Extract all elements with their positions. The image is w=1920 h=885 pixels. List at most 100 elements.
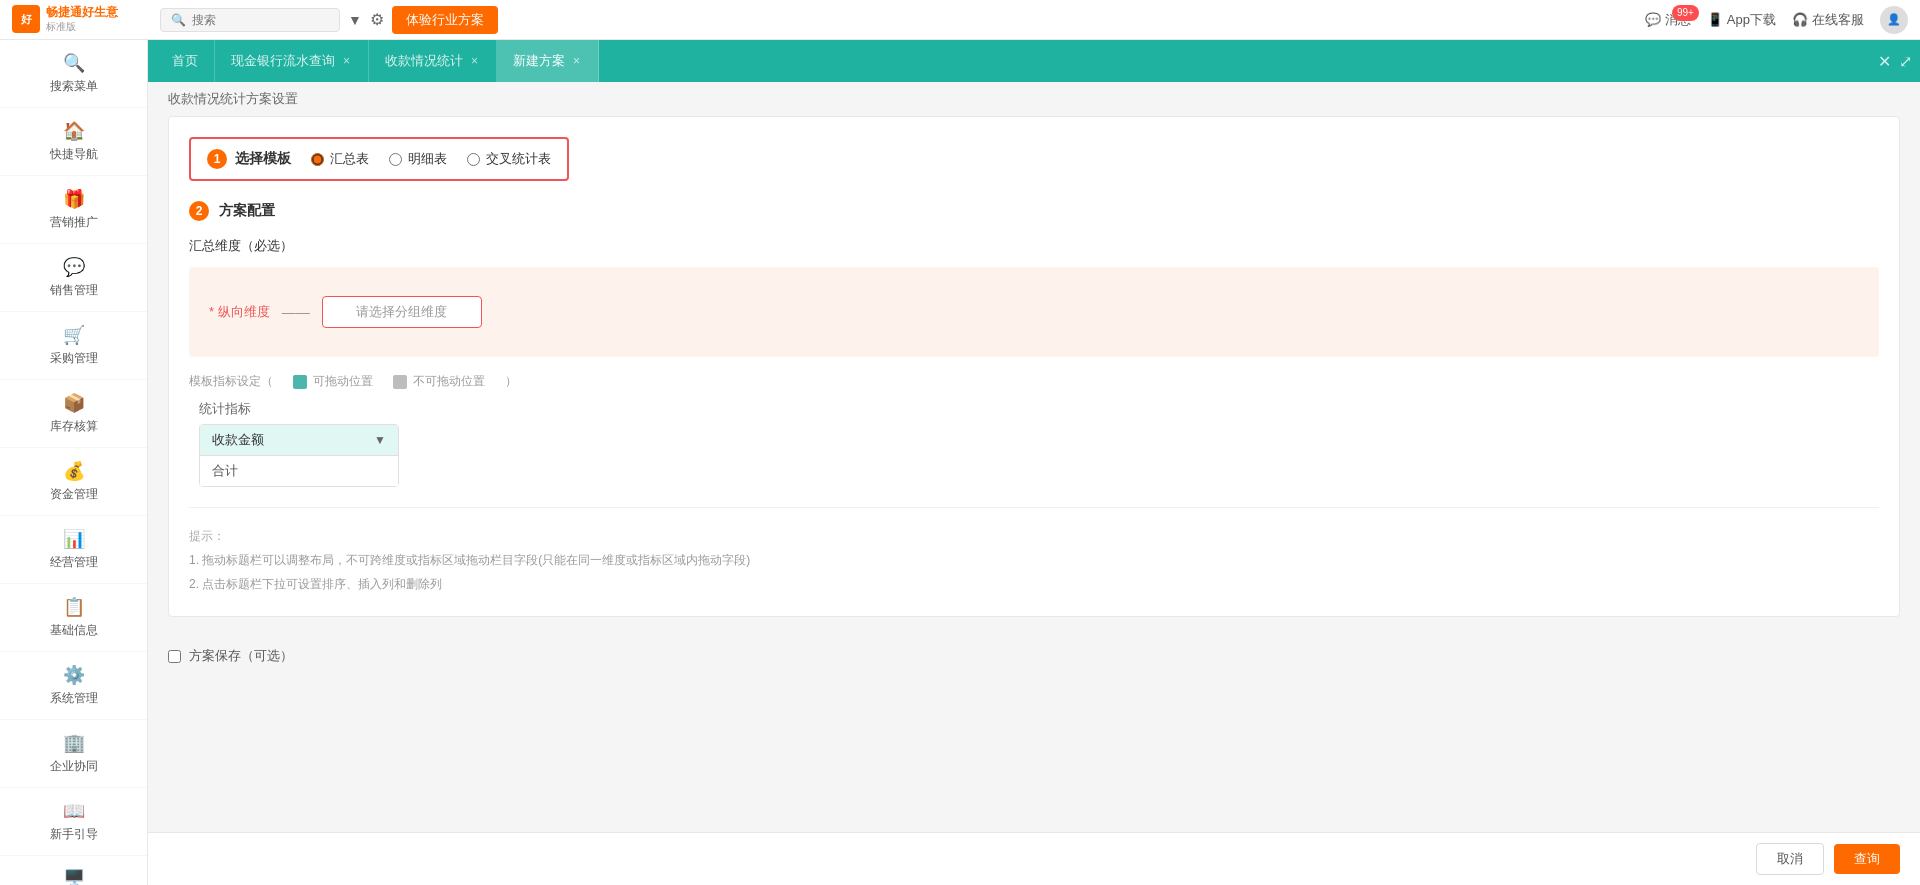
breadcrumb-text: 收款情况统计方案设置 — [168, 91, 298, 106]
sidebar-item-label: 经营管理 — [50, 554, 98, 571]
logo-area: 好 畅捷通好生意 标准版 — [12, 5, 160, 33]
stats-area: 统计指标 收款金额 ▼ 合计 — [189, 400, 1879, 487]
app-name: 畅捷通好生意 标准版 — [46, 5, 118, 33]
sidebar-item-label: 资金管理 — [50, 486, 98, 503]
tab-collection-stats-label: 收款情况统计 — [385, 52, 463, 70]
tab-bank-flow-label: 现金银行流水查询 — [231, 52, 335, 70]
tab-collection-stats[interactable]: 收款情况统计 × — [369, 40, 497, 82]
tab-close-all-btn[interactable]: ✕ — [1878, 52, 1891, 71]
enterprise-icon: 🏢 — [63, 732, 85, 754]
sidebar-item-finance[interactable]: 💰 资金管理 — [0, 448, 147, 516]
user-avatar[interactable]: 👤 — [1880, 6, 1908, 34]
sidebar-item-label: 企业协同 — [50, 758, 98, 775]
section2-title: 方案配置 — [219, 202, 275, 220]
stats-header-label: 收款金额 — [212, 431, 264, 449]
tab-home-label: 首页 — [172, 52, 198, 70]
save-checkbox[interactable] — [168, 650, 181, 663]
tab-bar-actions: ✕ ⤢ — [1878, 52, 1912, 71]
sidebar-item-marketing[interactable]: 🎁 营销推广 — [0, 176, 147, 244]
vertical-dimension-label: * 纵向维度 — [209, 303, 270, 321]
sidebar-item-basic-info[interactable]: 📋 基础信息 — [0, 584, 147, 652]
metrics-info: 模板指标设定（ 可拖动位置 不可拖动位置 ） — [189, 373, 1879, 390]
template-radio-summary[interactable] — [311, 153, 324, 166]
quick-nav-icon: 🏠 — [63, 120, 85, 142]
immovable-dot — [393, 375, 407, 389]
header-search-area: 🔍 ▼ ⚙ 体验行业方案 — [160, 6, 1645, 34]
tips-title: 提示： — [189, 529, 225, 543]
sidebar-item-search-menu[interactable]: 🔍 搜索菜单 — [0, 40, 147, 108]
industry-plan-btn[interactable]: 体验行业方案 — [392, 6, 498, 34]
message-btn[interactable]: 💬 消息 99+ — [1645, 11, 1691, 29]
tab-home[interactable]: 首页 — [156, 40, 215, 82]
purchase-icon: 🛒 — [63, 324, 85, 346]
tab-new-plan-close[interactable]: × — [571, 52, 582, 70]
sidebar-item-guide[interactable]: 📖 新手引导 — [0, 788, 147, 856]
immovable-indicator: 不可拖动位置 — [393, 373, 485, 390]
sales-icon: 💬 — [63, 256, 85, 278]
footer-bar: 取消 查询 — [148, 832, 1920, 885]
stats-container: 收款金额 ▼ 合计 — [199, 424, 399, 487]
tab-collection-close[interactable]: × — [469, 52, 480, 70]
main-card: 1 选择模板 汇总表 明细表 — [168, 116, 1900, 617]
sidebar-item-enterprise[interactable]: 🏢 企业协同 — [0, 720, 147, 788]
operation-icon: 📊 — [63, 528, 85, 550]
logo-text: 畅捷通好生意 — [46, 5, 118, 19]
online-support-label: 在线客服 — [1812, 11, 1864, 29]
mobile-icon: 📱 — [1707, 12, 1723, 27]
sidebar-item-sales[interactable]: 💬 销售管理 — [0, 244, 147, 312]
tab-bank-flow-close[interactable]: × — [341, 52, 352, 70]
avatar-text: 👤 — [1887, 13, 1901, 26]
sidebar-item-hardware[interactable]: 🖥️ 智能硬件 — [0, 856, 147, 885]
app-download-btn[interactable]: 📱 App下载 — [1707, 11, 1776, 29]
stats-section-label: 统计指标 — [199, 400, 1879, 418]
template-option-summary[interactable]: 汇总表 — [311, 150, 369, 168]
tab-bank-flow[interactable]: 现金银行流水查询 × — [215, 40, 369, 82]
template-option-cross[interactable]: 交叉统计表 — [467, 150, 551, 168]
cancel-button[interactable]: 取消 — [1756, 843, 1824, 875]
dimension-selector[interactable]: 请选择分组维度 — [322, 296, 482, 328]
sidebar-item-inventory[interactable]: 📦 库存核算 — [0, 380, 147, 448]
section1-header: 1 选择模板 汇总表 明细表 — [189, 137, 1879, 181]
dropdown-chevron-btn[interactable]: ▼ — [348, 12, 362, 28]
sidebar-item-label: 搜索菜单 — [50, 78, 98, 95]
movable-dot — [293, 375, 307, 389]
tab-maximize-btn[interactable]: ⤢ — [1899, 52, 1912, 71]
stats-header: 收款金额 ▼ — [200, 425, 398, 456]
sidebar-item-system[interactable]: ⚙️ 系统管理 — [0, 652, 147, 720]
search-icon: 🔍 — [171, 13, 186, 27]
sidebar-item-purchase[interactable]: 🛒 采购管理 — [0, 312, 147, 380]
settings-gear-btn[interactable]: ⚙ — [370, 10, 384, 29]
metrics-label-suffix: ） — [505, 373, 517, 390]
template-radio-cross[interactable] — [467, 153, 480, 166]
sidebar-item-operation[interactable]: 📊 经营管理 — [0, 516, 147, 584]
search-input[interactable] — [192, 13, 322, 27]
inventory-icon: 📦 — [63, 392, 85, 414]
sidebar-item-quick-nav[interactable]: 🏠 快捷导航 — [0, 108, 147, 176]
stats-row-total: 合计 — [200, 456, 398, 486]
tip-item-2: 2. 点击标题栏下拉可设置排序、插入列和删除列 — [189, 572, 1879, 596]
content-area: 首页 现金银行流水查询 × 收款情况统计 × 新建方案 × ✕ ⤢ — [148, 40, 1920, 885]
tip-item-1: 1. 拖动标题栏可以调整布局，不可跨维度或指标区域拖动栏目字段(只能在同一维度或… — [189, 548, 1879, 572]
query-button[interactable]: 查询 — [1834, 844, 1900, 874]
arrow-right-icon: —— — [282, 304, 310, 320]
template-label-summary: 汇总表 — [330, 150, 369, 168]
header-right: 💬 消息 99+ 📱 App下载 🎧 在线客服 👤 — [1645, 6, 1908, 34]
template-radio-detail[interactable] — [389, 153, 402, 166]
sidebar-item-label: 销售管理 — [50, 282, 98, 299]
stats-dropdown-chevron[interactable]: ▼ — [374, 433, 386, 447]
movable-label: 可拖动位置 — [313, 373, 373, 390]
sidebar: 🔍 搜索菜单 🏠 快捷导航 🎁 营销推广 💬 销售管理 🛒 采购管理 📦 库存核… — [0, 40, 148, 885]
sidebar-item-label: 新手引导 — [50, 826, 98, 843]
finance-icon: 💰 — [63, 460, 85, 482]
search-box[interactable]: 🔍 — [160, 8, 340, 32]
sidebar-item-label: 采购管理 — [50, 350, 98, 367]
tab-new-plan[interactable]: 新建方案 × — [497, 40, 599, 82]
save-bar: 方案保存（可选） — [148, 637, 1920, 675]
template-option-detail[interactable]: 明细表 — [389, 150, 447, 168]
sidebar-item-label: 快捷导航 — [50, 146, 98, 163]
online-support-btn[interactable]: 🎧 在线客服 — [1792, 11, 1864, 29]
dimension-row: * 纵向维度 —— 请选择分组维度 — [209, 296, 482, 328]
basic-info-icon: 📋 — [63, 596, 85, 618]
template-label-cross: 交叉统计表 — [486, 150, 551, 168]
section1-title: 选择模板 — [235, 150, 291, 168]
